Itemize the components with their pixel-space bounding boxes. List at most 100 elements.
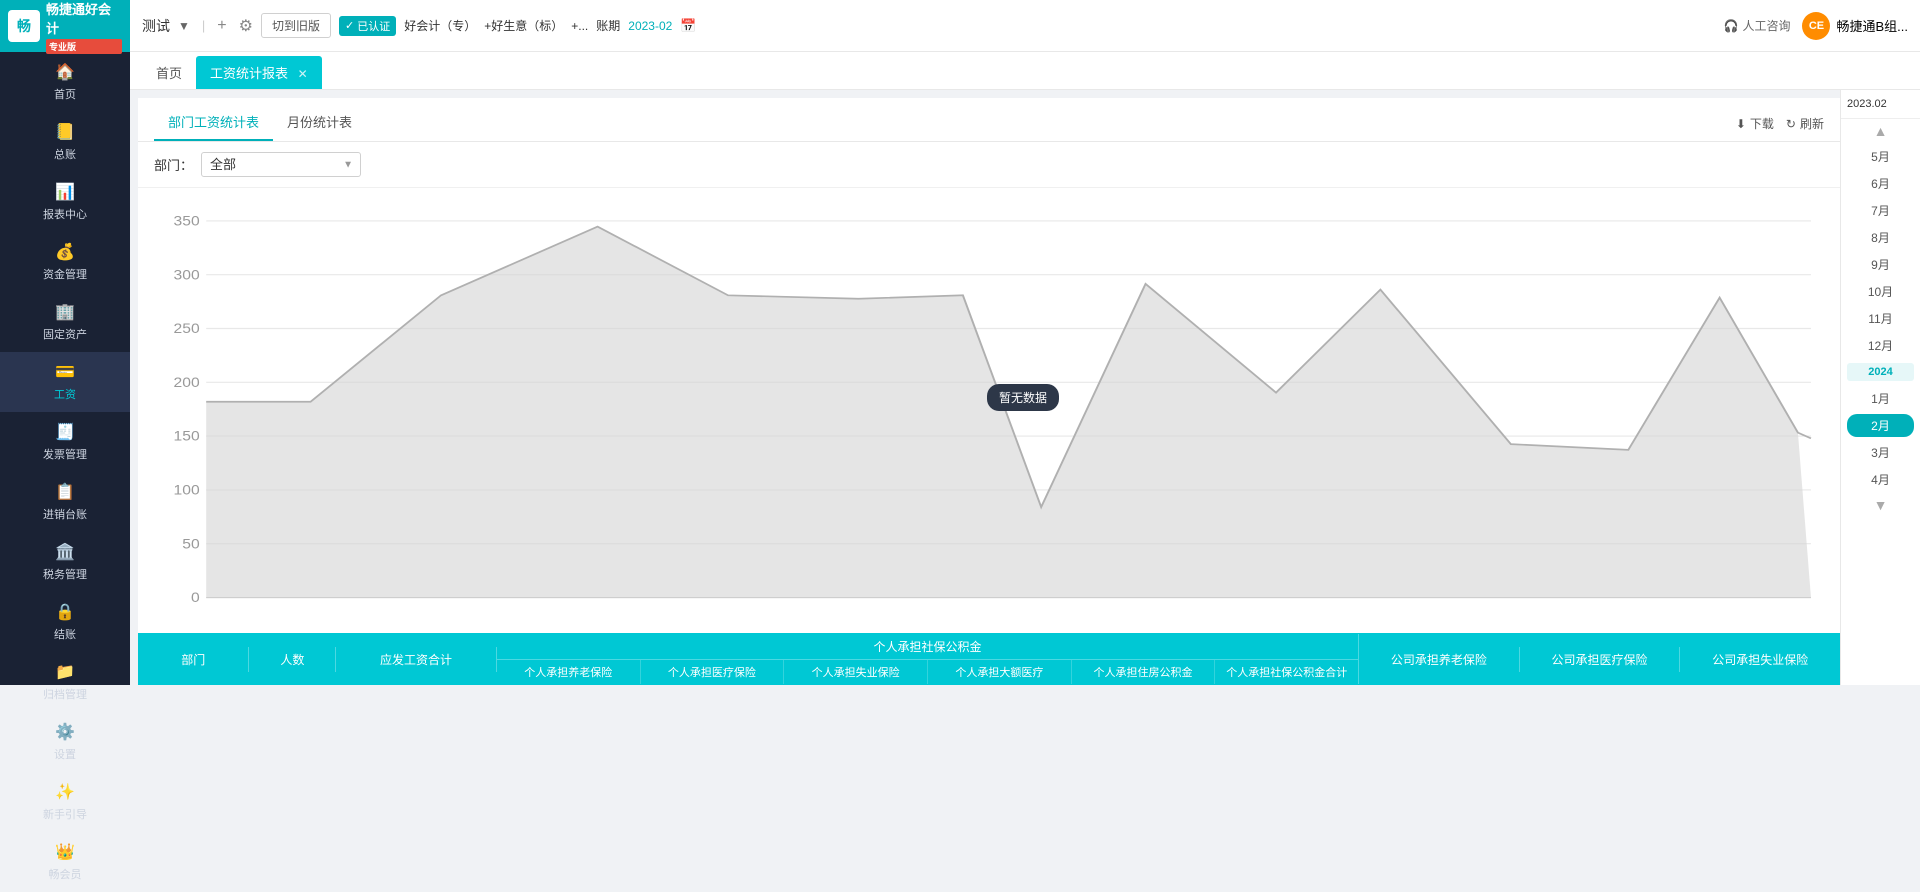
- date-month-11[interactable]: 11月: [1841, 305, 1920, 332]
- col-housing-fund: 个人承担住房公积金: [1072, 660, 1216, 684]
- tab-payroll-report-label: 工资统计报表: [210, 66, 288, 81]
- certified-badge: ✓ 已认证: [339, 16, 396, 36]
- certified-label: 已认证: [357, 18, 390, 34]
- sidebar-item-invoice[interactable]: 🧾 发票管理: [0, 412, 130, 472]
- sidebar-item-tax[interactable]: 🏛️ 税务管理: [0, 532, 130, 592]
- download-btn[interactable]: ⬇ 下载: [1736, 115, 1774, 132]
- switch-old-btn[interactable]: 切到旧版: [261, 13, 331, 38]
- tab-close-icon[interactable]: ✕: [298, 67, 308, 81]
- chart-area: 350 300 250 200 150 100 50 0: [138, 188, 1840, 633]
- settings-gear-icon[interactable]: ⚙: [239, 16, 253, 36]
- invoice-icon: 🧾: [55, 422, 75, 442]
- date-panel: 2023.02 ▲ 5月 6月 7月 8月 9月 10月 11月 12月 202…: [1840, 90, 1920, 685]
- subtab-actions: ⬇ 下载 ↻ 刷新: [1736, 115, 1824, 132]
- add-button[interactable]: +: [217, 17, 226, 35]
- filter-row: 部门： 全部: [138, 142, 1840, 188]
- date-month-5[interactable]: 5月: [1841, 143, 1920, 170]
- tab-home[interactable]: 首页: [142, 56, 196, 89]
- funds-icon: 💰: [55, 242, 75, 262]
- date-down-btn[interactable]: ▼: [1841, 493, 1920, 517]
- svg-text:150: 150: [174, 429, 200, 444]
- sidebar-item-guide[interactable]: ✨ 新手引导: [0, 772, 130, 832]
- subtab-monthly[interactable]: 月份统计表: [273, 106, 366, 141]
- subtab-dept[interactable]: 部门工资统计表: [154, 106, 273, 141]
- date-month-12[interactable]: 12月: [1841, 332, 1920, 359]
- dept-select[interactable]: 全部: [201, 152, 361, 177]
- sidebar-label-ledger: 总账: [54, 146, 76, 162]
- sidebar-item-settings[interactable]: ⚙️ 设置: [0, 712, 130, 772]
- headphone-icon: 🎧: [1724, 19, 1739, 33]
- col-unemployment: 个人承担失业保险: [784, 660, 928, 684]
- sidebar-item-closing[interactable]: 🔒 结账: [0, 592, 130, 652]
- sidebar-label-archive: 归档管理: [43, 686, 87, 702]
- sidebar-item-reports[interactable]: 📊 报表中心: [0, 172, 130, 232]
- sidebar-label-settings: 设置: [54, 746, 76, 762]
- sidebar-item-funds[interactable]: 💰 资金管理: [0, 232, 130, 292]
- sidebar-label-funds: 资金管理: [43, 266, 87, 282]
- assets-icon: 🏢: [55, 302, 75, 322]
- col-salary: 应发工资合计: [336, 647, 497, 672]
- period-value: 2023-02: [628, 19, 672, 33]
- tag-more: +...: [571, 19, 588, 33]
- topbar-dropdown[interactable]: ▼: [178, 19, 190, 33]
- refresh-btn[interactable]: ↻ 刷新: [1786, 115, 1824, 132]
- svg-text:100: 100: [174, 483, 200, 498]
- calendar-icon[interactable]: 📅: [680, 18, 696, 34]
- date-2024-m1[interactable]: 1月: [1841, 385, 1920, 412]
- tag-good-business: +好生意（标）: [484, 17, 563, 34]
- tab-payroll-report[interactable]: 工资统计报表 ✕: [196, 56, 322, 89]
- group-cells: 个人承担养老保险 个人承担医疗保险 个人承担失业保险 个人承担大额医疗 个人承担…: [497, 660, 1358, 684]
- help-label: 人工咨询: [1742, 17, 1790, 34]
- col-company-unemployment-label: 公司承担失业保险: [1712, 653, 1808, 667]
- sales-icon: 📋: [55, 482, 75, 502]
- col-company-pension: 公司承担养老保险: [1359, 647, 1520, 672]
- svg-text:200: 200: [174, 376, 200, 391]
- sidebar-item-home[interactable]: 🏠 首页: [0, 52, 130, 112]
- date-2024-m3[interactable]: 3月: [1841, 439, 1920, 466]
- sidebar-item-payroll[interactable]: 💳 工资: [0, 352, 130, 412]
- date-2024-m2[interactable]: 2月: [1847, 414, 1914, 437]
- sidebar-item-member[interactable]: 👑 畅会员: [0, 832, 130, 892]
- date-month-6[interactable]: 6月: [1841, 170, 1920, 197]
- col-count-label: 人数: [280, 653, 304, 667]
- logo-text-wrap: 畅捷通好会计 专业版: [46, 0, 122, 54]
- archive-icon: 📁: [55, 662, 75, 682]
- topbar: 测试 ▼ | + ⚙ 切到旧版 ✓ 已认证 好会计（专） +好生意（标） +..…: [130, 0, 1920, 52]
- year-2024-badge: 2024: [1847, 363, 1914, 381]
- sidebar-label-reports: 报表中心: [43, 206, 87, 222]
- logo-icon: 畅: [8, 10, 40, 42]
- date-month-7[interactable]: 7月: [1841, 197, 1920, 224]
- user-menu[interactable]: CE 畅捷通B组...: [1802, 12, 1908, 40]
- sidebar-label-tax: 税务管理: [43, 566, 87, 582]
- svg-text:350: 350: [174, 214, 200, 229]
- col-pension: 个人承担养老保险: [497, 660, 641, 684]
- tag-good-accounting: 好会计（专）: [404, 17, 476, 34]
- sidebar-item-assets[interactable]: 🏢 固定资产: [0, 292, 130, 352]
- help-btn[interactable]: 🎧 人工咨询: [1724, 17, 1791, 34]
- area-chart: 350 300 250 200 150 100 50 0: [154, 198, 1824, 633]
- reports-icon: 📊: [55, 182, 75, 202]
- col-group-individual: 个人承担社保公积金 个人承担养老保险 个人承担医疗保险 个人承担失业保险 个人承…: [497, 634, 1359, 684]
- chart-panel: 部门工资统计表 月份统计表 ⬇ 下载 ↻ 刷新: [138, 98, 1840, 685]
- date-up-btn[interactable]: ▲: [1841, 119, 1920, 143]
- app-logo: 畅 畅捷通好会计 专业版: [0, 0, 130, 52]
- content-area: 部门工资统计表 月份统计表 ⬇ 下载 ↻ 刷新: [130, 90, 1920, 685]
- svg-text:50: 50: [182, 537, 199, 552]
- main-content: 测试 ▼ | + ⚙ 切到旧版 ✓ 已认证 好会计（专） +好生意（标） +..…: [130, 0, 1920, 685]
- sidebar-item-archive[interactable]: 📁 归档管理: [0, 652, 130, 712]
- date-month-10[interactable]: 10月: [1841, 278, 1920, 305]
- col-dept-label: 部门: [181, 653, 205, 667]
- sidebar-label-closing: 结账: [54, 626, 76, 642]
- sidebar-item-sales[interactable]: 📋 进销台账: [0, 472, 130, 532]
- col-company-pension-label: 公司承担养老保险: [1391, 653, 1487, 667]
- subtab-bar: 部门工资统计表 月份统计表 ⬇ 下载 ↻ 刷新: [138, 98, 1840, 142]
- date-month-8[interactable]: 8月: [1841, 224, 1920, 251]
- date-2024-m4[interactable]: 4月: [1841, 466, 1920, 493]
- topbar-title: 测试: [142, 16, 170, 36]
- date-month-9[interactable]: 9月: [1841, 251, 1920, 278]
- app-name: 畅捷通好会计: [46, 0, 122, 37]
- sidebar-item-ledger[interactable]: 📒 总账: [0, 112, 130, 172]
- dept-filter-label: 部门：: [154, 155, 193, 174]
- settings-icon: ⚙️: [55, 722, 75, 742]
- svg-text:250: 250: [174, 322, 200, 337]
